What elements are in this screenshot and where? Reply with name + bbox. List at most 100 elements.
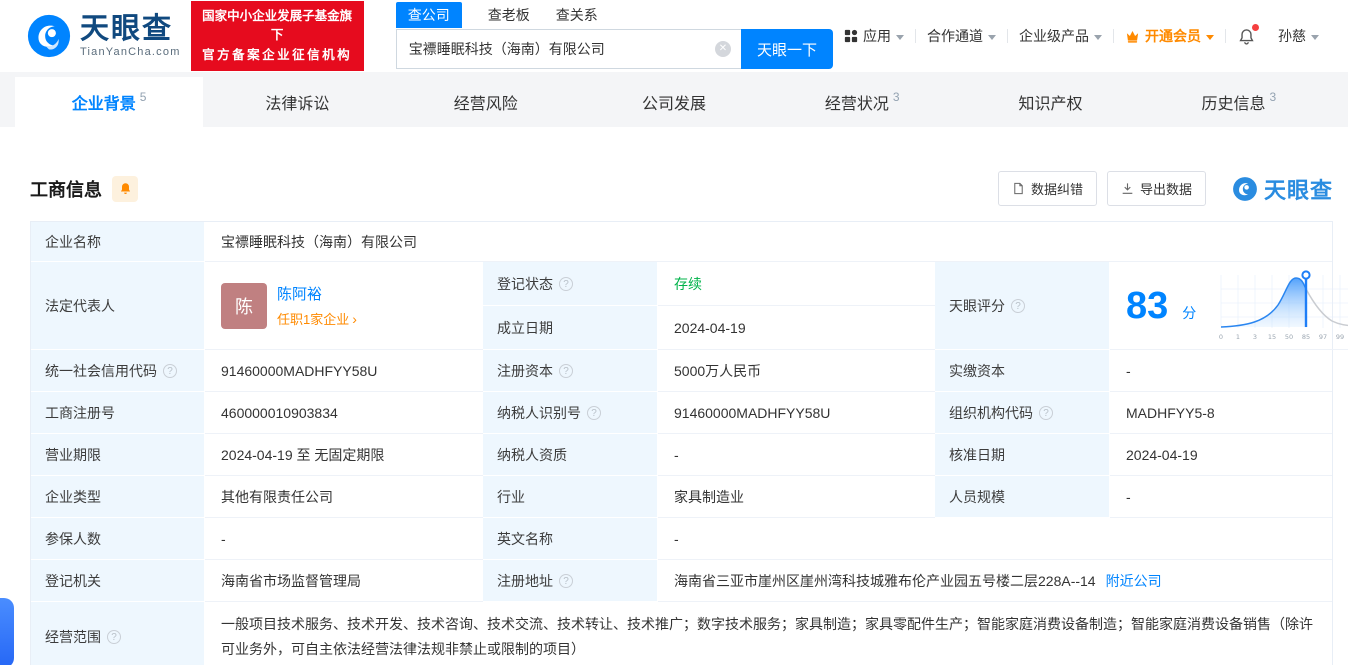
org-code-label: 组织机构代码 [949,404,1033,421]
search-tab-relation[interactable]: 查关系 [556,5,598,28]
grid-apps-icon [844,29,858,43]
gov-certification-badge: 国家中小企业发展子基金旗下 官方备案企业征信机构 [190,0,364,72]
export-data-button[interactable]: 导出数据 [1106,171,1206,206]
legal-rep-companies-link[interactable]: 任职1家企业 [277,309,357,328]
tianyancha-watermark: 天眼查 [1232,173,1333,205]
svg-text:99: 99 [1336,333,1344,341]
nav-apps[interactable]: 应用 [833,26,915,46]
tab-company-development[interactable]: 公司发展 [580,77,768,127]
search-tab-boss[interactable]: 查老板 [488,5,530,28]
clear-search-icon[interactable]: ✕ [715,41,731,57]
reg-capital-value: 5000万人民币 [658,350,935,392]
company-tab-bar: 企业背景 5 法律诉讼 经营风险 公司发展 经营状况 3 知识产权 历史信息 3 [0,72,1348,127]
table-row: 参保人数 - 英文名称 - [31,518,1332,560]
logo-brand-text: 天眼查 [80,12,174,45]
tianyancha-company-page: 天眼查 TianYanCha.com 国家中小企业发展子基金旗下 官方备案企业征… [0,0,1348,665]
reg-authority-label: 登记机关 [31,560,205,602]
chevron-down-icon [896,34,904,40]
help-icon[interactable] [587,405,601,420]
tab-label: 知识产权 [1018,96,1083,113]
tab-intellectual-property[interactable]: 知识产权 [956,77,1144,127]
credit-code-label: 统一社会信用代码 [45,362,157,379]
nav-enterprise-products[interactable]: 企业级产品 [1008,26,1113,46]
reg-address-cell: 海南省三亚市崖州区崖州湾科技城雅布伦产业园五号楼二层228A--14 附近公司 [658,560,1332,602]
nav-vip-label: 开通会员 [1145,28,1201,44]
username-label: 孙慈 [1278,28,1306,44]
reg-capital-label-cell: 注册资本 [483,350,658,392]
help-icon[interactable] [163,363,177,378]
paid-capital-value: - [1110,350,1332,392]
nearby-companies-link[interactable]: 附近公司 [1106,571,1162,591]
data-correction-label: 数据纠错 [1030,182,1083,197]
help-icon[interactable] [107,629,121,644]
business-scope-value: 一般项目技术服务、技术开发、技术咨询、技术交流、技术转让、技术推广；数字技术服务… [205,602,1332,665]
svg-text:97: 97 [1319,333,1327,341]
side-float-widget[interactable] [0,598,14,665]
business-scope-label: 经营范围 [45,628,101,645]
legal-rep-avatar[interactable]: 陈 [221,282,267,329]
help-icon[interactable] [1039,405,1053,420]
chevron-down-icon [1094,34,1102,40]
reg-number-value: 460000010903834 [205,392,483,434]
insured-count-value: - [205,518,483,560]
badge-line2: 官方备案企业征信机构 [202,47,353,62]
help-icon[interactable] [1011,298,1025,313]
tianyancha-logo[interactable]: 天眼查 TianYanCha.com [26,13,181,59]
search-button[interactable]: 天眼一下 [741,29,833,69]
legal-rep-label: 法定代表人 [31,262,205,350]
taxpayer-quality-value: - [658,434,935,476]
tab-label: 企业背景 [71,96,136,113]
svg-text:50: 50 [1285,333,1293,341]
reg-number-label: 工商注册号 [31,392,205,434]
tab-history-info[interactable]: 历史信息 3 [1145,77,1333,127]
legal-rep-name-link[interactable]: 陈阿裕 [277,283,357,304]
staff-size-label: 人员规模 [935,476,1110,518]
search-tab-company[interactable]: 查公司 [395,2,462,28]
help-icon[interactable] [559,276,573,291]
table-row: 企业类型 其他有限责任公司 行业 家具制造业 人员规模 - [31,476,1332,518]
reg-status-value: 存续 [658,262,935,306]
help-icon[interactable] [559,573,573,588]
status-badge: 存续 [674,275,702,292]
table-row: 统一社会信用代码 91460000MADHFYY58U 注册资本 5000万人民… [31,350,1332,392]
tab-label: 历史信息 [1201,96,1266,113]
nav-apps-label: 应用 [863,28,891,44]
score-value: 83 [1126,284,1169,327]
reg-address-label: 注册地址 [497,572,553,589]
document-icon [1012,182,1025,195]
monitor-bell-button[interactable] [112,175,138,202]
reg-status-label-cell: 登记状态 [483,262,658,306]
reg-status-label: 登记状态 [497,275,553,292]
tab-label: 公司发展 [641,96,706,113]
reg-authority-value: 海南省市场监督管理局 [205,560,483,602]
taxpayer-quality-label: 纳税人资质 [483,434,658,476]
tab-count: 5 [139,90,147,104]
tab-legal-litigation[interactable]: 法律诉讼 [203,77,391,127]
english-name-value: - [658,518,1332,560]
nav-user-menu[interactable]: 孙慈 [1267,26,1330,46]
watermark-text: 天眼查 [1263,177,1333,203]
tab-company-background[interactable]: 企业背景 5 [15,77,204,127]
reg-capital-label: 注册资本 [497,362,553,379]
tab-operation-risk[interactable]: 经营风险 [392,77,580,127]
nav-partner-channel[interactable]: 合作通道 [916,26,1007,46]
approval-date-label: 核准日期 [935,434,1110,476]
chevron-down-icon [1311,34,1319,40]
tab-operating-status[interactable]: 经营状况 3 [768,77,956,127]
help-icon[interactable] [559,363,573,378]
search-input[interactable] [395,29,741,69]
tab-count: 3 [892,90,900,104]
table-row: 法定代表人 陈 陈阿裕 任职1家企业 登记状态 存续 天眼评分 83 [31,262,1348,350]
notification-bell-button[interactable] [1226,23,1267,45]
svg-text:0: 0 [1219,333,1223,341]
business-info-section-header: 工商信息 数据纠错 导出数据 天眼查 [30,171,1333,206]
industry-value: 家具制造业 [658,476,935,518]
company-name-label: 企业名称 [31,222,205,262]
data-correction-button[interactable]: 数据纠错 [997,171,1097,206]
nav-open-membership[interactable]: 开通会员 [1114,26,1225,46]
tab-count: 3 [1269,90,1277,104]
crown-icon [1125,29,1140,43]
credit-code-value: 91460000MADHFYY58U [205,350,483,392]
score-distribution-chart: 0 1 3 15 50 85 97 99 100 [1216,267,1348,345]
industry-label: 行业 [483,476,658,518]
